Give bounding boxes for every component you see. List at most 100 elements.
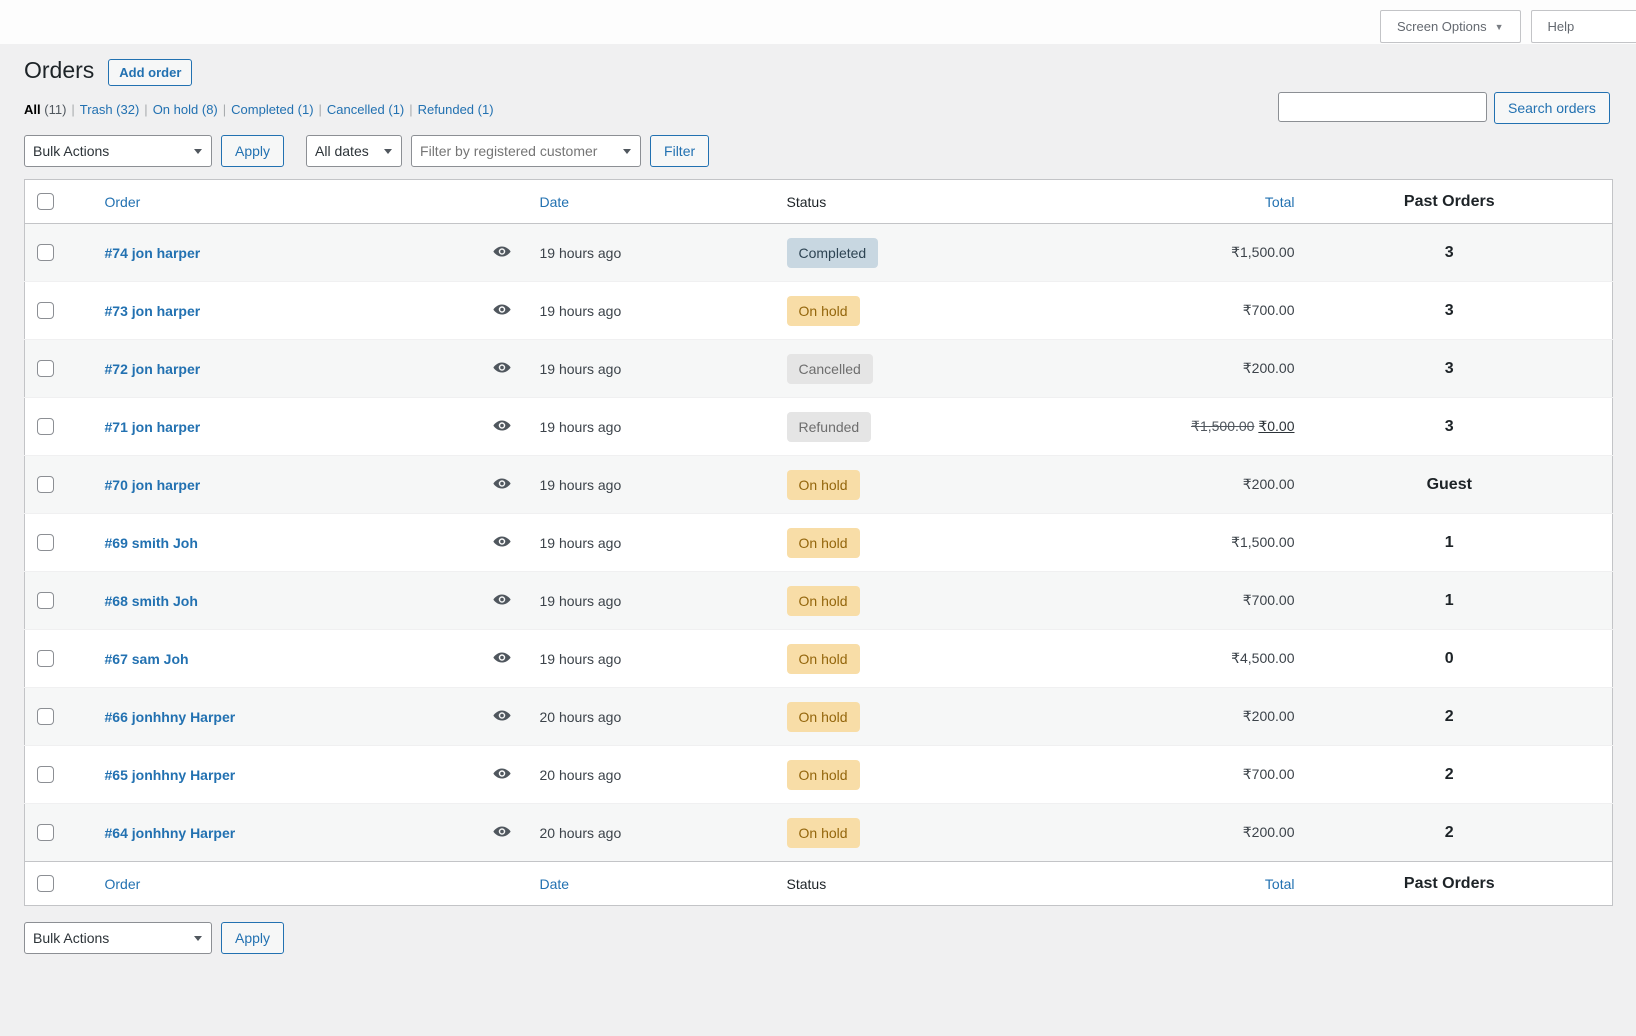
add-order-button[interactable]: Add order xyxy=(108,59,193,87)
status-badge: On hold xyxy=(786,469,860,500)
page-title: Orders xyxy=(24,57,95,83)
preview-eye-icon[interactable] xyxy=(492,303,511,316)
order-date: 20 hours ago xyxy=(539,766,622,783)
order-link[interactable]: #65 jonhhny Harper xyxy=(105,767,236,783)
past-orders-count: 2 xyxy=(1444,823,1454,841)
status-badge: On hold xyxy=(786,759,860,790)
past-orders-count: 1 xyxy=(1444,591,1454,609)
apply-button-bottom[interactable]: Apply xyxy=(221,922,285,955)
preview-eye-icon[interactable] xyxy=(492,767,511,780)
order-link[interactable]: #72 jon harper xyxy=(105,361,201,377)
view-filter-cancelled[interactable]: Cancelled (1) xyxy=(327,102,404,117)
preview-eye-icon[interactable] xyxy=(492,361,511,374)
row-select-checkbox[interactable] xyxy=(37,476,54,494)
order-link[interactable]: #69 smith Joh xyxy=(105,535,198,551)
order-row: #67 sam Joh 19 hours ago On hold ₹4,500.00 0 xyxy=(24,629,1613,688)
order-date: 19 hours ago xyxy=(539,534,622,551)
order-date: 19 hours ago xyxy=(539,418,622,435)
view-filter-refunded[interactable]: Refunded (1) xyxy=(418,102,494,117)
bulk-actions-select[interactable]: Bulk Actions xyxy=(24,135,212,168)
customer-filter-select[interactable]: Filter by registered customer xyxy=(411,135,642,168)
row-select-checkbox[interactable] xyxy=(37,534,54,552)
sort-total-header-footer[interactable]: Total xyxy=(1265,876,1295,892)
preview-eye-icon[interactable] xyxy=(492,593,511,606)
row-select-checkbox[interactable] xyxy=(37,824,54,842)
order-link[interactable]: #71 jon harper xyxy=(105,419,201,435)
row-select-checkbox[interactable] xyxy=(37,650,54,668)
order-link[interactable]: #70 jon harper xyxy=(105,477,201,493)
help-label: Help xyxy=(1547,19,1575,34)
search-orders-button[interactable]: Search orders xyxy=(1494,92,1610,124)
views-separator: | xyxy=(222,101,227,117)
top-toolbar: Bulk Actions Apply All dates Filter by r… xyxy=(24,135,1612,168)
order-total: ₹4,500.00 xyxy=(1231,650,1295,667)
order-link[interactable]: #66 jonhhny Harper xyxy=(105,709,236,725)
preview-eye-icon[interactable] xyxy=(492,651,511,664)
row-select-checkbox[interactable] xyxy=(37,592,54,610)
view-count: (32) xyxy=(116,101,140,117)
filter-button[interactable]: Filter xyxy=(650,135,710,168)
bulk-actions-select-wrap-bottom: Bulk Actions xyxy=(24,922,212,955)
order-date: 19 hours ago xyxy=(539,360,622,377)
order-date: 20 hours ago xyxy=(539,824,622,841)
screen-options-button[interactable]: Screen Options ▼ xyxy=(1380,10,1521,43)
order-link[interactable]: #74 jon harper xyxy=(105,245,201,261)
order-total: ₹700.00 xyxy=(1242,766,1295,783)
sort-date-header[interactable]: Date xyxy=(540,194,570,210)
total-refunded: ₹0.00 xyxy=(1258,418,1295,435)
preview-eye-icon[interactable] xyxy=(492,825,511,838)
search-input[interactable] xyxy=(1278,92,1487,122)
bottom-toolbar: Bulk Actions Apply xyxy=(24,922,1612,955)
preview-eye-icon[interactable] xyxy=(492,419,511,432)
dates-filter-select[interactable]: All dates xyxy=(306,135,403,168)
view-label: Cancelled xyxy=(326,101,385,117)
order-total: ₹700.00 xyxy=(1242,302,1295,319)
order-date: 19 hours ago xyxy=(539,244,622,261)
sort-order-header[interactable]: Order xyxy=(105,194,141,210)
order-link[interactable]: #67 sam Joh xyxy=(105,651,189,667)
status-badge: On hold xyxy=(786,527,860,558)
status-header-footer: Status xyxy=(786,875,827,892)
row-select-checkbox[interactable] xyxy=(37,766,54,784)
preview-eye-icon[interactable] xyxy=(492,709,511,722)
order-date: 19 hours ago xyxy=(539,476,622,493)
row-select-checkbox[interactable] xyxy=(37,244,54,262)
order-row: #68 smith Joh 19 hours ago On hold ₹700.00 1 xyxy=(24,571,1613,630)
past-orders-header: Past Orders xyxy=(1403,192,1495,210)
order-row: #73 jon harper 19 hours ago On hold ₹700.00… xyxy=(24,281,1613,340)
row-select-checkbox[interactable] xyxy=(37,360,54,378)
order-row: #66 jonhhny Harper 20 hours ago On hold ₹20… xyxy=(24,687,1613,746)
view-filter-trash[interactable]: Trash (32) xyxy=(80,102,140,117)
order-row: #64 jonhhny Harper 20 hours ago On hold ₹20… xyxy=(24,803,1613,862)
order-date: 19 hours ago xyxy=(539,650,622,667)
table-footer-row: Order Date Status Total Past Orders xyxy=(24,861,1613,906)
preview-eye-icon[interactable] xyxy=(492,245,511,258)
row-select-checkbox[interactable] xyxy=(37,302,54,320)
help-button[interactable]: Help xyxy=(1530,10,1636,43)
row-select-checkbox[interactable] xyxy=(37,708,54,726)
view-label: Refunded xyxy=(417,101,475,117)
past-orders-count: Guest xyxy=(1426,475,1472,493)
sort-date-header-footer[interactable]: Date xyxy=(540,876,570,892)
view-filter-completed[interactable]: Completed (1) xyxy=(231,102,313,117)
status-badge: On hold xyxy=(786,701,860,732)
status-badge: Completed xyxy=(786,237,879,268)
order-link[interactable]: #64 jonhhny Harper xyxy=(105,825,236,841)
select-all-checkbox[interactable] xyxy=(37,193,54,211)
past-orders-header-footer: Past Orders xyxy=(1403,874,1495,892)
view-label: Completed xyxy=(231,101,295,117)
status-badge: On hold xyxy=(786,585,860,616)
preview-eye-icon[interactable] xyxy=(492,477,511,490)
bulk-actions-select-bottom[interactable]: Bulk Actions xyxy=(24,922,212,955)
row-select-checkbox[interactable] xyxy=(37,418,54,436)
apply-button[interactable]: Apply xyxy=(221,135,285,168)
view-filter-on-hold[interactable]: On hold (8) xyxy=(153,102,218,117)
order-link[interactable]: #68 smith Joh xyxy=(105,593,198,609)
select-all-checkbox-footer[interactable] xyxy=(37,875,54,893)
preview-eye-icon[interactable] xyxy=(492,535,511,548)
past-orders-count: 3 xyxy=(1444,243,1454,261)
view-filter-all[interactable]: All (11) xyxy=(24,102,66,117)
sort-order-header-footer[interactable]: Order xyxy=(105,876,141,892)
order-link[interactable]: #73 jon harper xyxy=(105,303,201,319)
sort-total-header[interactable]: Total xyxy=(1265,194,1295,210)
